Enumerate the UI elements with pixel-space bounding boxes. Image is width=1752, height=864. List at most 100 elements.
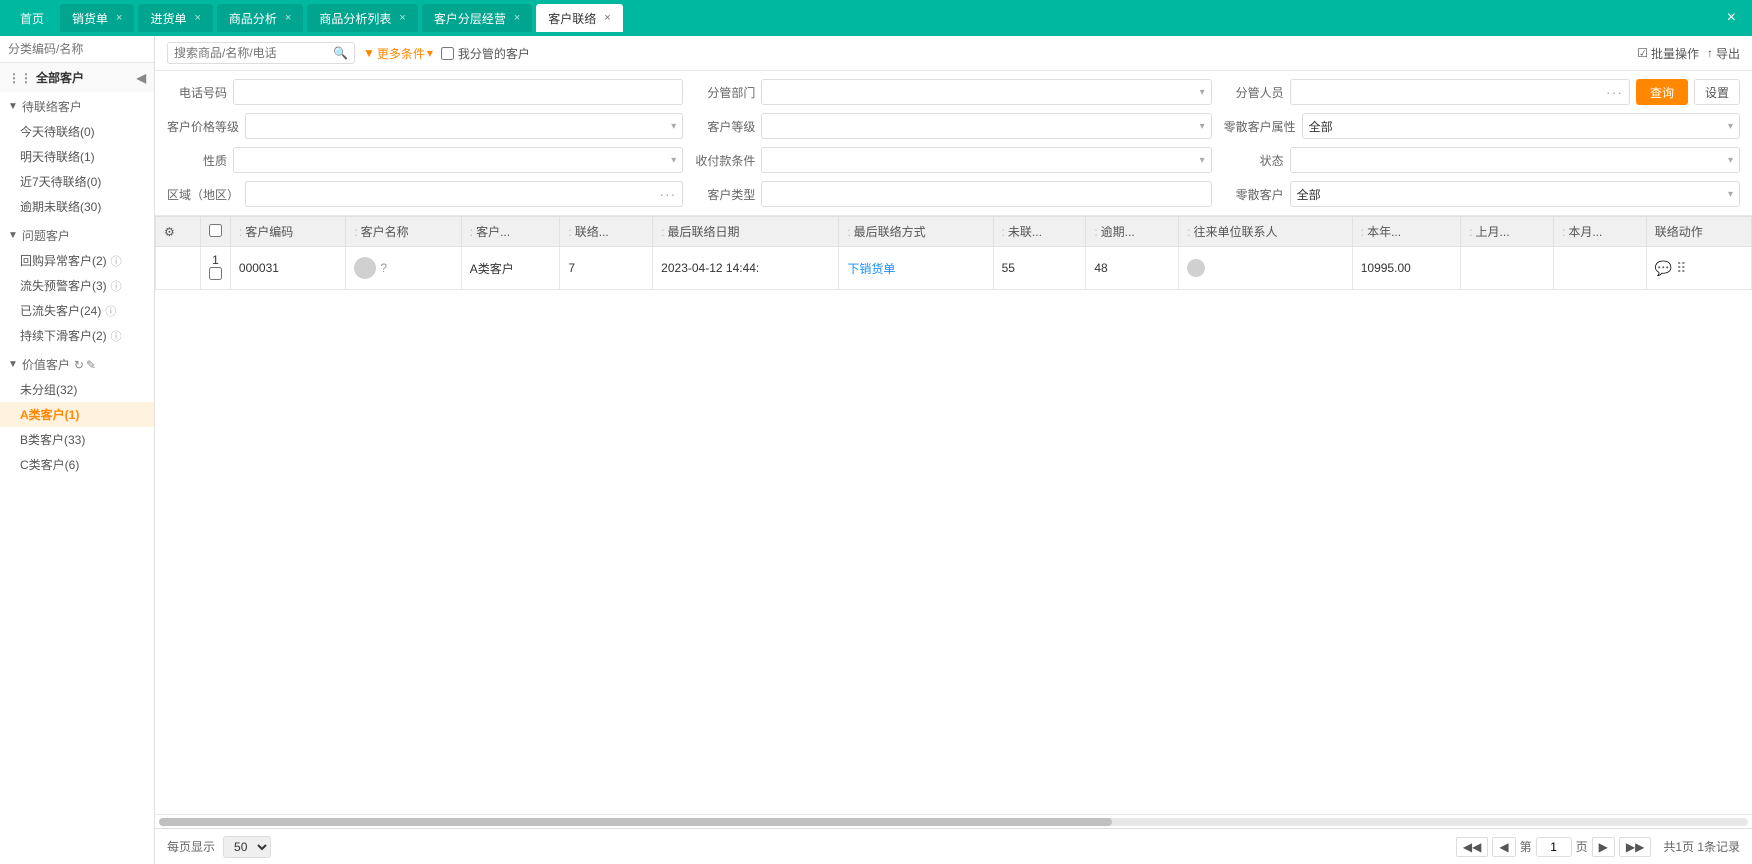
tab-customer-tier[interactable]: 客户分层经营 × xyxy=(422,4,532,32)
retail-attr-label: 零散客户属性 xyxy=(1224,118,1296,135)
close-icon[interactable]: × xyxy=(285,12,291,24)
select-all-checkbox[interactable] xyxy=(209,224,222,237)
content-area: 🔍 ▼ 更多条件 ▾ 我分管的客户 ☑ 批量操作 ↑ 导出 xyxy=(155,36,1752,864)
my-customer-filter[interactable]: 我分管的客户 xyxy=(441,45,530,62)
next-page-btn[interactable]: ▶ xyxy=(1592,837,1615,857)
info-icon: ⓘ xyxy=(111,253,122,269)
dots-icon: ··· xyxy=(1606,84,1623,100)
tab-product-analysis[interactable]: 商品分析 × xyxy=(217,4,303,32)
close-icon[interactable]: × xyxy=(116,12,122,24)
close-icon[interactable]: × xyxy=(514,12,520,24)
col-code: :客户编码 xyxy=(230,217,345,247)
phone-input[interactable] xyxy=(233,79,683,105)
tab-home[interactable]: 首页 xyxy=(8,4,56,32)
my-customer-checkbox[interactable] xyxy=(441,47,454,60)
row-last-method[interactable]: 下销货单 xyxy=(839,247,993,290)
per-page-select[interactable]: 50 xyxy=(223,836,271,858)
col-checkbox[interactable] xyxy=(200,217,230,247)
customer-grade-select[interactable]: ▾ xyxy=(761,113,1211,139)
sidebar-item-ungrouped[interactable]: 未分组(32) xyxy=(0,377,154,402)
row-contact-person xyxy=(1179,247,1353,290)
scrollbar-thumb[interactable] xyxy=(159,818,1112,826)
tab-customer-contact[interactable]: 客户联络 × xyxy=(536,4,622,32)
retail-customer-select[interactable]: 全部 ▾ xyxy=(1290,181,1740,207)
prev-page-btn[interactable]: ◀ xyxy=(1492,837,1515,857)
group-header-problem[interactable]: ▼ 问题客户 xyxy=(0,223,154,248)
horizontal-scrollbar[interactable] xyxy=(155,814,1752,828)
close-icon[interactable]: × xyxy=(194,12,200,24)
sidebar-item-a-class[interactable]: A类客户(1) xyxy=(0,402,154,427)
per-page-label: 每页显示 xyxy=(167,838,215,855)
filter-phone: 电话号码 xyxy=(167,79,683,105)
qr-icon[interactable]: ⠿ xyxy=(1676,260,1686,277)
group-header-pending[interactable]: ▼ 待联络客户 xyxy=(0,94,154,119)
row-checkbox-cell[interactable]: 1 xyxy=(200,247,230,290)
sidebar-item-overdue[interactable]: 逾期未联络(30) xyxy=(0,194,154,219)
col-last-method: :最后联络方式 xyxy=(839,217,993,247)
tab-purchase[interactable]: 进货单 × xyxy=(138,4,212,32)
row-contact: 7 xyxy=(560,247,653,290)
sidebar-item-churned[interactable]: 已流失客户(24) ⓘ xyxy=(0,298,154,323)
payment-select[interactable]: ▾ xyxy=(761,147,1211,173)
filter-dept: 分管部门 ▾ xyxy=(695,79,1211,105)
gear-icon[interactable]: ⚙ xyxy=(164,225,175,239)
scrollbar-track xyxy=(159,818,1748,826)
sidebar-item-repurchase-anomaly[interactable]: 回购异常客户(2) ⓘ xyxy=(0,248,154,273)
batch-op-btn[interactable]: ☑ 批量操作 xyxy=(1637,45,1699,62)
customer-type-input[interactable] xyxy=(761,181,1211,207)
chevron-down-icon: ▾ xyxy=(1728,121,1733,132)
last-page-btn[interactable]: ▶▶ xyxy=(1619,837,1651,857)
price-grade-select[interactable]: ▾ xyxy=(245,113,683,139)
dept-select[interactable]: ▾ xyxy=(761,79,1211,105)
chat-icon[interactable]: 💬 xyxy=(1655,260,1672,277)
col-last-month: :上月... xyxy=(1461,217,1554,247)
filter-search-input[interactable] xyxy=(174,46,329,60)
manager-input[interactable]: ··· xyxy=(1290,79,1630,105)
sidebar-item-today[interactable]: 今天待联络(0) xyxy=(0,119,154,144)
retail-attr-select[interactable]: 全部 ▾ xyxy=(1302,113,1740,139)
filter-price-grade: 客户价格等级 ▾ xyxy=(167,113,683,139)
col-contact: :联络... xyxy=(560,217,653,247)
sidebar-item-declining[interactable]: 持续下滑客户(2) ⓘ xyxy=(0,323,154,348)
manager-label: 分管人员 xyxy=(1224,84,1284,101)
more-filters-btn[interactable]: ▼ 更多条件 ▾ xyxy=(363,45,433,62)
chevron-down-icon: ▾ xyxy=(671,121,676,132)
tab-sales[interactable]: 销货单 × xyxy=(60,4,134,32)
col-name: :客户名称 xyxy=(346,217,461,247)
nature-select[interactable]: ▾ xyxy=(233,147,683,173)
sidebar-item-churn-warning[interactable]: 流失预警客户(3) ⓘ xyxy=(0,273,154,298)
col-gear[interactable]: ⚙ xyxy=(156,217,201,247)
dots-icon: ··· xyxy=(659,186,676,202)
tab-product-list[interactable]: 商品分析列表 × xyxy=(307,4,417,32)
close-icon[interactable]: × xyxy=(399,12,405,24)
group-header-value[interactable]: ▼ 价值客户 ↻ ✎ xyxy=(0,352,154,377)
first-page-btn[interactable]: ◀◀ xyxy=(1456,837,1488,857)
sidebar-search-input[interactable] xyxy=(8,42,155,56)
contact-person-avatar xyxy=(1187,259,1205,277)
sidebar-collapse-icon[interactable]: ◀ xyxy=(137,71,146,85)
col-this-year: :本年... xyxy=(1352,217,1460,247)
sidebar-item-7days[interactable]: 近7天待联络(0) xyxy=(0,169,154,194)
page-number-input[interactable] xyxy=(1536,837,1572,857)
last-method-link[interactable]: 下销货单 xyxy=(847,262,895,276)
close-icon[interactable]: × xyxy=(604,12,610,24)
phone-label: 电话号码 xyxy=(167,84,227,101)
row-checkbox[interactable] xyxy=(209,267,222,280)
chevron-down-icon: ▾ xyxy=(427,46,433,60)
edit-icon[interactable]: ✎ xyxy=(86,358,96,372)
customer-grade-label: 客户等级 xyxy=(695,118,755,135)
group-value-customers: ▼ 价值客户 ↻ ✎ 未分组(32) A类客户(1) B类客户(33) C类客户… xyxy=(0,350,154,479)
sidebar-item-tomorrow[interactable]: 明天待联络(1) xyxy=(0,144,154,169)
refresh-icon[interactable]: ↻ xyxy=(74,358,84,372)
close-all-tabs[interactable]: × xyxy=(1719,9,1744,27)
export-btn[interactable]: ↑ 导出 xyxy=(1707,45,1740,62)
query-button[interactable]: 查询 xyxy=(1636,79,1688,105)
search-icon[interactable]: 🔍 xyxy=(333,46,348,60)
sidebar-item-b-class[interactable]: B类客户(33) xyxy=(0,427,154,452)
filter-status: 状态 ▾ xyxy=(1224,147,1740,173)
region-input[interactable]: ··· xyxy=(245,181,683,207)
status-select[interactable]: ▾ xyxy=(1290,147,1740,173)
sidebar-item-c-class[interactable]: C类客户(6) xyxy=(0,452,154,477)
filter-retail-attr: 零散客户属性 全部 ▾ xyxy=(1224,113,1740,139)
setting-button[interactable]: 设置 xyxy=(1694,79,1740,105)
